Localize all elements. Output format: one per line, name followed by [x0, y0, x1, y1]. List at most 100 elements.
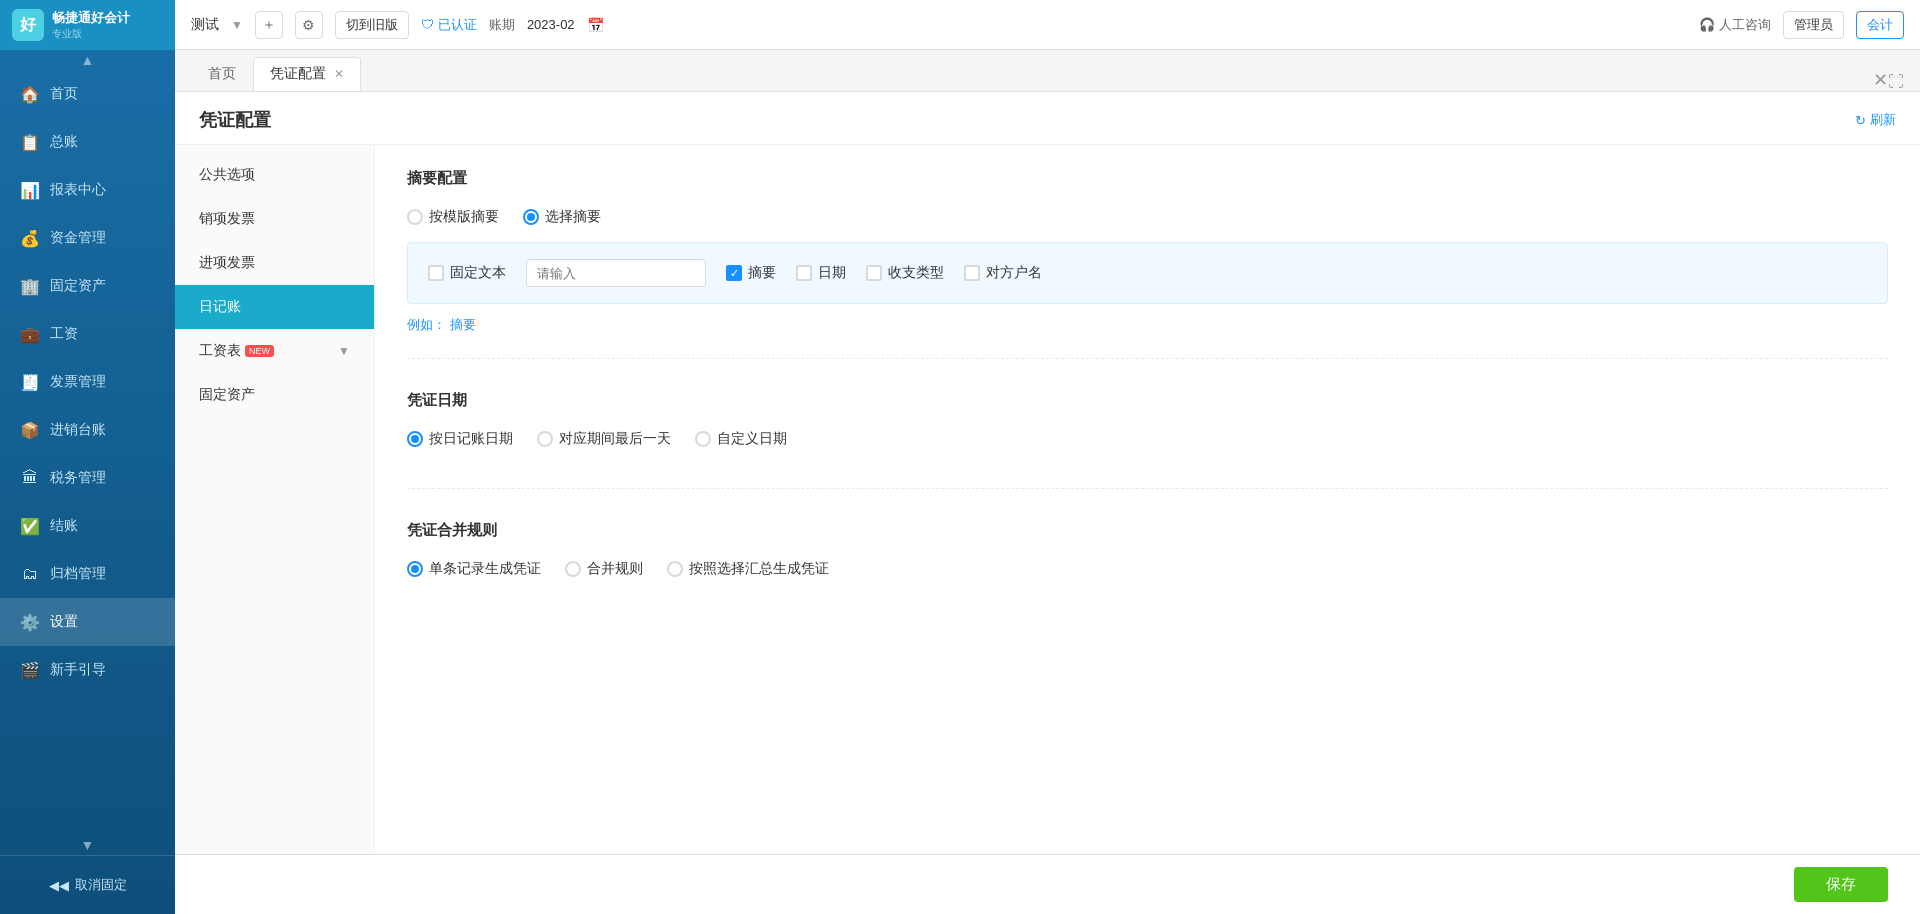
radio-select-summary[interactable]: 选择摘要	[523, 208, 601, 226]
consult-button[interactable]: 🎧 人工咨询	[1699, 16, 1771, 34]
accountant-button[interactable]: 会计	[1856, 11, 1904, 39]
sidebar-item-reports[interactable]: 📊 报表中心	[0, 166, 175, 214]
sidebar-item-archive[interactable]: 🗂 归档管理	[0, 550, 175, 598]
archive-icon: 🗂	[20, 565, 40, 583]
admin-button[interactable]: 管理员	[1783, 11, 1844, 39]
settings-icon: ⚙️	[20, 613, 40, 632]
new-badge: NEW	[245, 345, 274, 357]
payroll-icon: 💼	[20, 325, 40, 344]
guide-icon: 🎬	[20, 661, 40, 680]
radio-select-circle	[523, 209, 539, 225]
radio-merge-rules[interactable]: 合并规则	[565, 560, 643, 578]
checkbox-fixed-box	[428, 265, 444, 281]
radio-template-label: 按模版摘要	[429, 208, 499, 226]
sidebar-item-ledger[interactable]: 📋 总账	[0, 118, 175, 166]
app-name: 畅捷通好会计	[52, 9, 130, 27]
tab-bar: 首页 凭证配置 ✕ ✕ ⛶	[175, 50, 1920, 92]
radio-single-circle	[407, 561, 423, 577]
checkbox-fixed-label: 固定文本	[450, 264, 506, 282]
expand-window-icon[interactable]: ⛶	[1888, 73, 1904, 91]
date-radio-group: 按日记账日期 对应期间最后一天 自定义日期	[407, 430, 1888, 448]
checkbox-summary-label: 摘要	[748, 264, 776, 282]
period-value: 2023-02	[527, 17, 575, 32]
sidebar-item-settle[interactable]: ✅ 结账	[0, 502, 175, 550]
left-nav: 公共选项 销项发票 进项发票 日记账 工资表 NEW ▼ 固定资产	[175, 145, 375, 914]
invoice-icon: 🧾	[20, 373, 40, 392]
settle-icon: ✅	[20, 517, 40, 536]
sidebar-item-finance[interactable]: 💰 资金管理	[0, 214, 175, 262]
sidebar-item-settings[interactable]: ⚙️ 设置	[0, 598, 175, 646]
sidebar-scroll-up[interactable]: ▲	[0, 50, 175, 70]
company-dropdown-arrow[interactable]: ▼	[231, 18, 243, 32]
nav-payroll-arrow: ▼	[338, 344, 350, 358]
nav-item-payroll[interactable]: 工资表 NEW ▼	[175, 329, 374, 373]
cancel-fixed-button[interactable]: ◀◀ 取消固定	[12, 868, 163, 902]
settings-button[interactable]: ⚙	[295, 11, 323, 39]
sidebar-item-home[interactable]: 🏠 首页	[0, 70, 175, 118]
calendar-icon[interactable]: 📅	[587, 17, 604, 33]
checkbox-fixed-text[interactable]: 固定文本	[428, 264, 506, 282]
radio-single-label: 单条记录生成凭证	[429, 560, 541, 578]
radio-custom-date[interactable]: 自定义日期	[695, 430, 787, 448]
finance-icon: 💰	[20, 229, 40, 248]
refresh-button[interactable]: ↻ 刷新	[1855, 111, 1896, 129]
radio-select-label: 选择摘要	[545, 208, 601, 226]
nav-item-fixed-assets[interactable]: 固定资产	[175, 373, 374, 417]
sidebar-scroll-down[interactable]: ▼	[0, 835, 175, 855]
ledger-icon: 📋	[20, 133, 40, 152]
checkbox-date[interactable]: 日期	[796, 264, 846, 282]
cancel-fixed-icon: ◀◀	[49, 878, 69, 893]
nav-item-journal[interactable]: 日记账	[175, 285, 374, 329]
sales-icon: 📦	[20, 421, 40, 440]
reports-icon: 📊	[20, 181, 40, 200]
tab-close-icon[interactable]: ✕	[334, 67, 344, 81]
checkbox-counterpart[interactable]: 对方户名	[964, 264, 1042, 282]
tab-home[interactable]: 首页	[191, 57, 253, 91]
checkbox-income-type[interactable]: 收支类型	[866, 264, 944, 282]
app-logo: 好 畅捷通好会计 专业版	[0, 0, 175, 50]
example-text: 例如： 摘要	[407, 316, 1888, 334]
radio-period-last-day[interactable]: 对应期间最后一天	[537, 430, 671, 448]
fixed-text-input[interactable]	[526, 259, 706, 287]
assets-icon: 🏢	[20, 277, 40, 296]
tab-voucher-config[interactable]: 凭证配置 ✕	[253, 57, 361, 91]
logo-text: 畅捷通好会计 专业版	[52, 9, 130, 41]
radio-merge-circle	[565, 561, 581, 577]
sidebar-item-invoice[interactable]: 🧾 发票管理	[0, 358, 175, 406]
sidebar-item-payroll[interactable]: 💼 工资	[0, 310, 175, 358]
close-window-icon[interactable]: ✕	[1873, 69, 1888, 91]
radio-template-circle	[407, 209, 423, 225]
radio-single-record[interactable]: 单条记录生成凭证	[407, 560, 541, 578]
save-button[interactable]: 保存	[1794, 867, 1888, 902]
checkbox-row: 固定文本 摘要 日期 收支类型	[407, 242, 1888, 304]
radio-period-last-circle	[537, 431, 553, 447]
nav-item-purchase-invoice[interactable]: 进项发票	[175, 241, 374, 285]
page-title: 凭证配置	[199, 108, 271, 132]
radio-summary-generate[interactable]: 按照选择汇总生成凭证	[667, 560, 829, 578]
checkbox-date-box	[796, 265, 812, 281]
nav-item-sales-invoice[interactable]: 销项发票	[175, 197, 374, 241]
headphone-icon: 🎧	[1699, 17, 1715, 32]
refresh-label: 刷新	[1870, 111, 1896, 129]
nav-journal-label: 日记账	[199, 298, 241, 316]
nav-purchase-invoice-label: 进项发票	[199, 254, 255, 272]
nav-item-public[interactable]: 公共选项	[175, 153, 374, 197]
app-edition: 专业版	[52, 27, 130, 41]
summary-radio-group: 按模版摘要 选择摘要	[407, 208, 1888, 226]
sidebar-item-tax[interactable]: 🏛 税务管理	[0, 454, 175, 502]
radio-custom-date-label: 自定义日期	[717, 430, 787, 448]
period-label: 账期	[489, 16, 515, 34]
sidebar-item-guide[interactable]: 🎬 新手引导	[0, 646, 175, 694]
switch-old-button[interactable]: 切到旧版	[335, 11, 409, 39]
checkbox-income-box	[866, 265, 882, 281]
sidebar-item-sales[interactable]: 📦 进销台账	[0, 406, 175, 454]
home-icon: 🏠	[20, 85, 40, 104]
certified-label: 已认证	[438, 16, 477, 34]
sidebar-item-assets[interactable]: 🏢 固定资产	[0, 262, 175, 310]
radio-period-last-label: 对应期间最后一天	[559, 430, 671, 448]
merge-rules-title: 凭证合并规则	[407, 521, 1888, 540]
add-button[interactable]: ＋	[255, 11, 283, 39]
checkbox-summary[interactable]: 摘要	[726, 264, 776, 282]
radio-template-summary[interactable]: 按模版摘要	[407, 208, 499, 226]
radio-journal-date[interactable]: 按日记账日期	[407, 430, 513, 448]
